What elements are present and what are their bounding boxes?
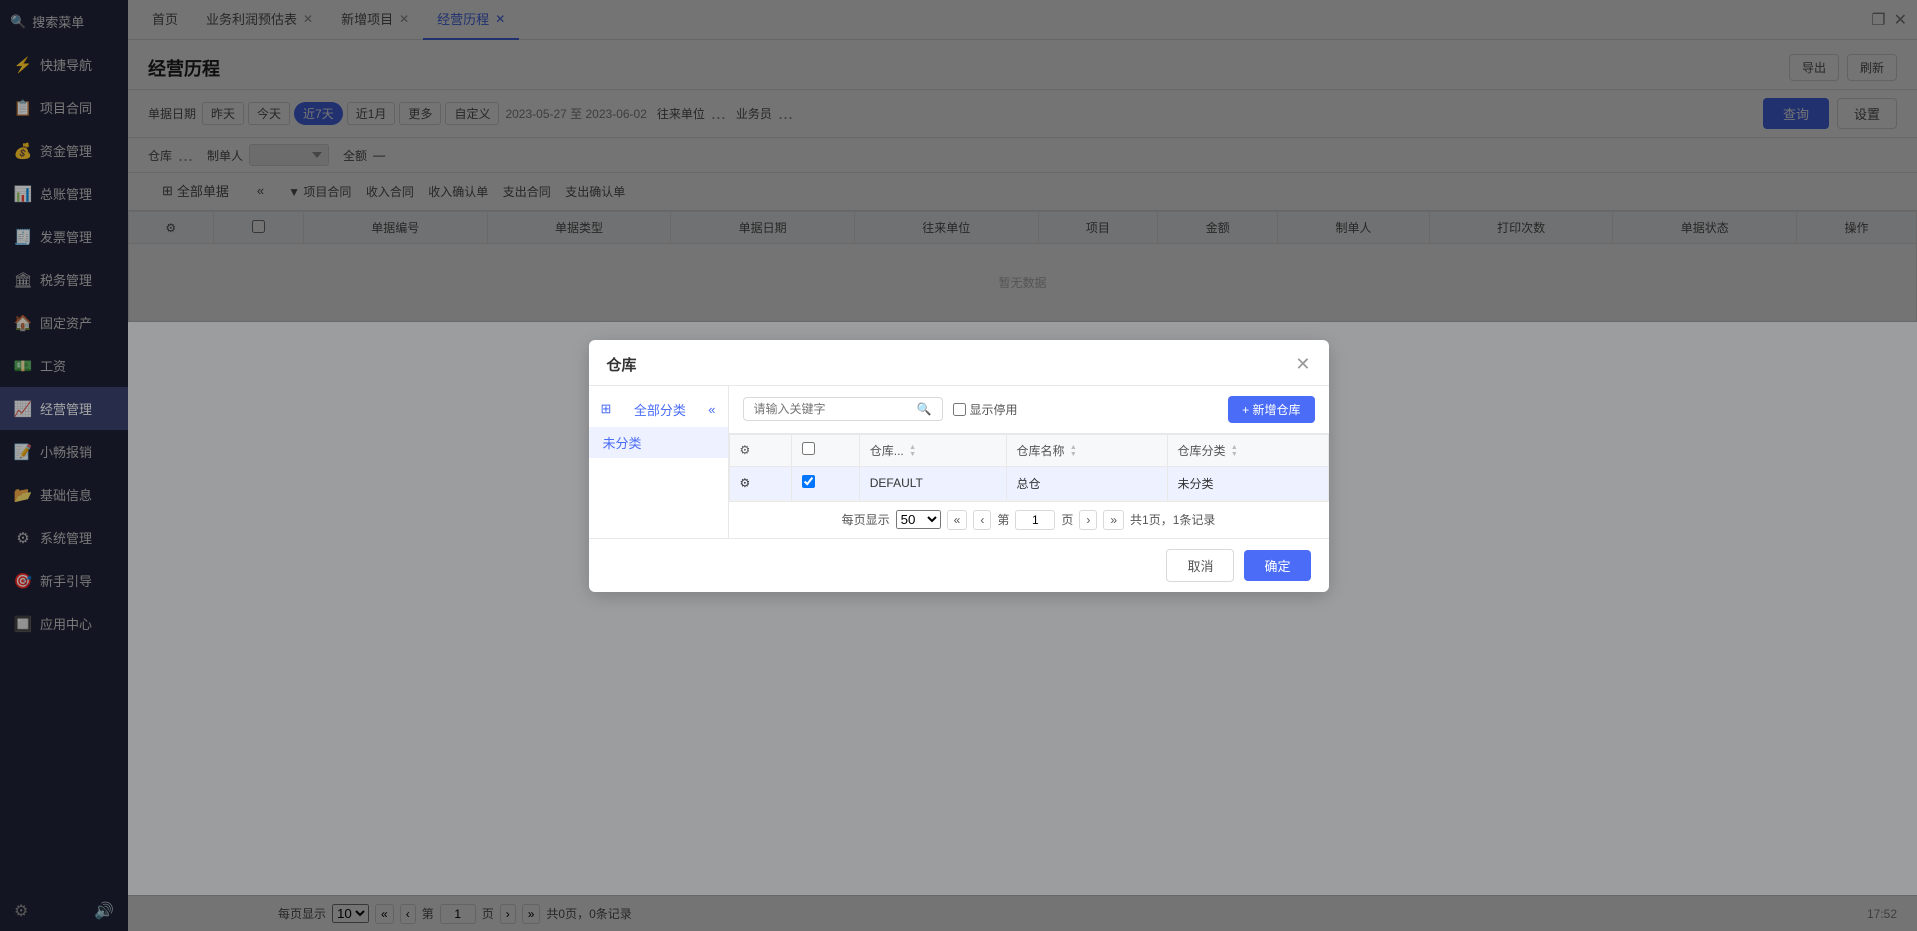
modal-toolbar: 🔍 显示停用 + 新增仓库 bbox=[729, 386, 1329, 434]
modal-prev-btn[interactable]: ‹ bbox=[973, 510, 991, 530]
sort-name-icon: ▲▼ bbox=[1070, 444, 1077, 458]
modal-first-btn[interactable]: « bbox=[947, 510, 968, 530]
modal-main: 🔍 显示停用 + 新增仓库 ⚙ bbox=[729, 386, 1329, 538]
modal-title: 仓库 bbox=[607, 354, 637, 375]
row-select-checkbox[interactable] bbox=[802, 475, 815, 488]
modal-search-input[interactable] bbox=[754, 402, 911, 416]
modal-search-icon: 🔍 bbox=[917, 402, 932, 416]
row-category: 未分类 bbox=[1167, 466, 1328, 500]
modal-per-page-select[interactable]: 50 20 100 bbox=[896, 510, 941, 529]
sort-code-icon: ▲▼ bbox=[909, 444, 916, 458]
cancel-button[interactable]: 取消 bbox=[1166, 549, 1234, 582]
modal-sidebar-scroll: 未分类 bbox=[589, 427, 728, 458]
modal-page-suffix: 页 bbox=[1061, 511, 1073, 528]
warehouse-table: ⚙ 仓库... ▲▼ 仓库名称 ▲▼ bbox=[729, 434, 1329, 501]
show-disabled-checkbox[interactable] bbox=[953, 403, 966, 416]
row-settings[interactable]: ⚙ bbox=[729, 466, 792, 500]
row-name: 总仓 bbox=[1006, 466, 1167, 500]
unclassified-item[interactable]: 未分类 bbox=[589, 427, 728, 458]
row-checkbox[interactable] bbox=[792, 466, 859, 500]
modal-col-checkbox[interactable] bbox=[792, 434, 859, 466]
modal-total-text: 共1页，1条记录 bbox=[1130, 511, 1215, 528]
confirm-button[interactable]: 确定 bbox=[1244, 550, 1310, 581]
table-row[interactable]: ⚙ DEFAULT 总仓 未分类 bbox=[729, 466, 1328, 500]
modal-col-name[interactable]: 仓库名称 ▲▼ bbox=[1006, 434, 1167, 466]
modal-sidebar-header[interactable]: ⊞ 全部分类 « bbox=[589, 396, 728, 427]
search-box[interactable]: 🔍 bbox=[743, 397, 943, 421]
add-warehouse-button[interactable]: + 新增仓库 bbox=[1228, 396, 1314, 423]
modal-table: ⚙ 仓库... ▲▼ 仓库名称 ▲▼ bbox=[729, 434, 1329, 501]
modal-header: 仓库 ✕ bbox=[589, 340, 1329, 386]
modal-overlay: 仓库 ✕ ⊞ 全部分类 « 未分类 🔍 bbox=[0, 0, 1917, 931]
show-disabled-checkbox-label[interactable]: 显示停用 bbox=[953, 401, 1018, 418]
modal-pagination: 每页显示 50 20 100 « ‹ 第 页 › » 共1页，1条记录 bbox=[729, 501, 1329, 538]
modal-sidebar: ⊞ 全部分类 « 未分类 bbox=[589, 386, 729, 538]
modal-close-button[interactable]: ✕ bbox=[1295, 354, 1310, 375]
modal-col-code[interactable]: 仓库... ▲▼ bbox=[859, 434, 1006, 466]
warehouse-modal: 仓库 ✕ ⊞ 全部分类 « 未分类 🔍 bbox=[589, 340, 1329, 592]
modal-page-label: 第 bbox=[997, 511, 1009, 528]
modal-per-page-label: 每页显示 bbox=[842, 511, 890, 528]
modal-last-btn[interactable]: » bbox=[1103, 510, 1124, 530]
modal-body: ⊞ 全部分类 « 未分类 🔍 显示停用 bbox=[589, 386, 1329, 538]
modal-page-input[interactable] bbox=[1015, 510, 1055, 530]
sort-category-icon: ▲▼ bbox=[1231, 444, 1238, 458]
all-category-icon: ⊞ bbox=[601, 401, 612, 417]
modal-col-category[interactable]: 仓库分类 ▲▼ bbox=[1167, 434, 1328, 466]
modal-next-btn[interactable]: › bbox=[1079, 510, 1097, 530]
modal-select-all[interactable] bbox=[802, 442, 815, 455]
sidebar-collapse-icon[interactable]: « bbox=[708, 402, 715, 417]
show-disabled-label: 显示停用 bbox=[970, 401, 1018, 418]
all-category-label: 全部分类 bbox=[634, 400, 686, 419]
modal-col-settings[interactable]: ⚙ bbox=[729, 434, 792, 466]
row-code: DEFAULT bbox=[859, 466, 1006, 500]
modal-footer: 取消 确定 bbox=[589, 538, 1329, 592]
